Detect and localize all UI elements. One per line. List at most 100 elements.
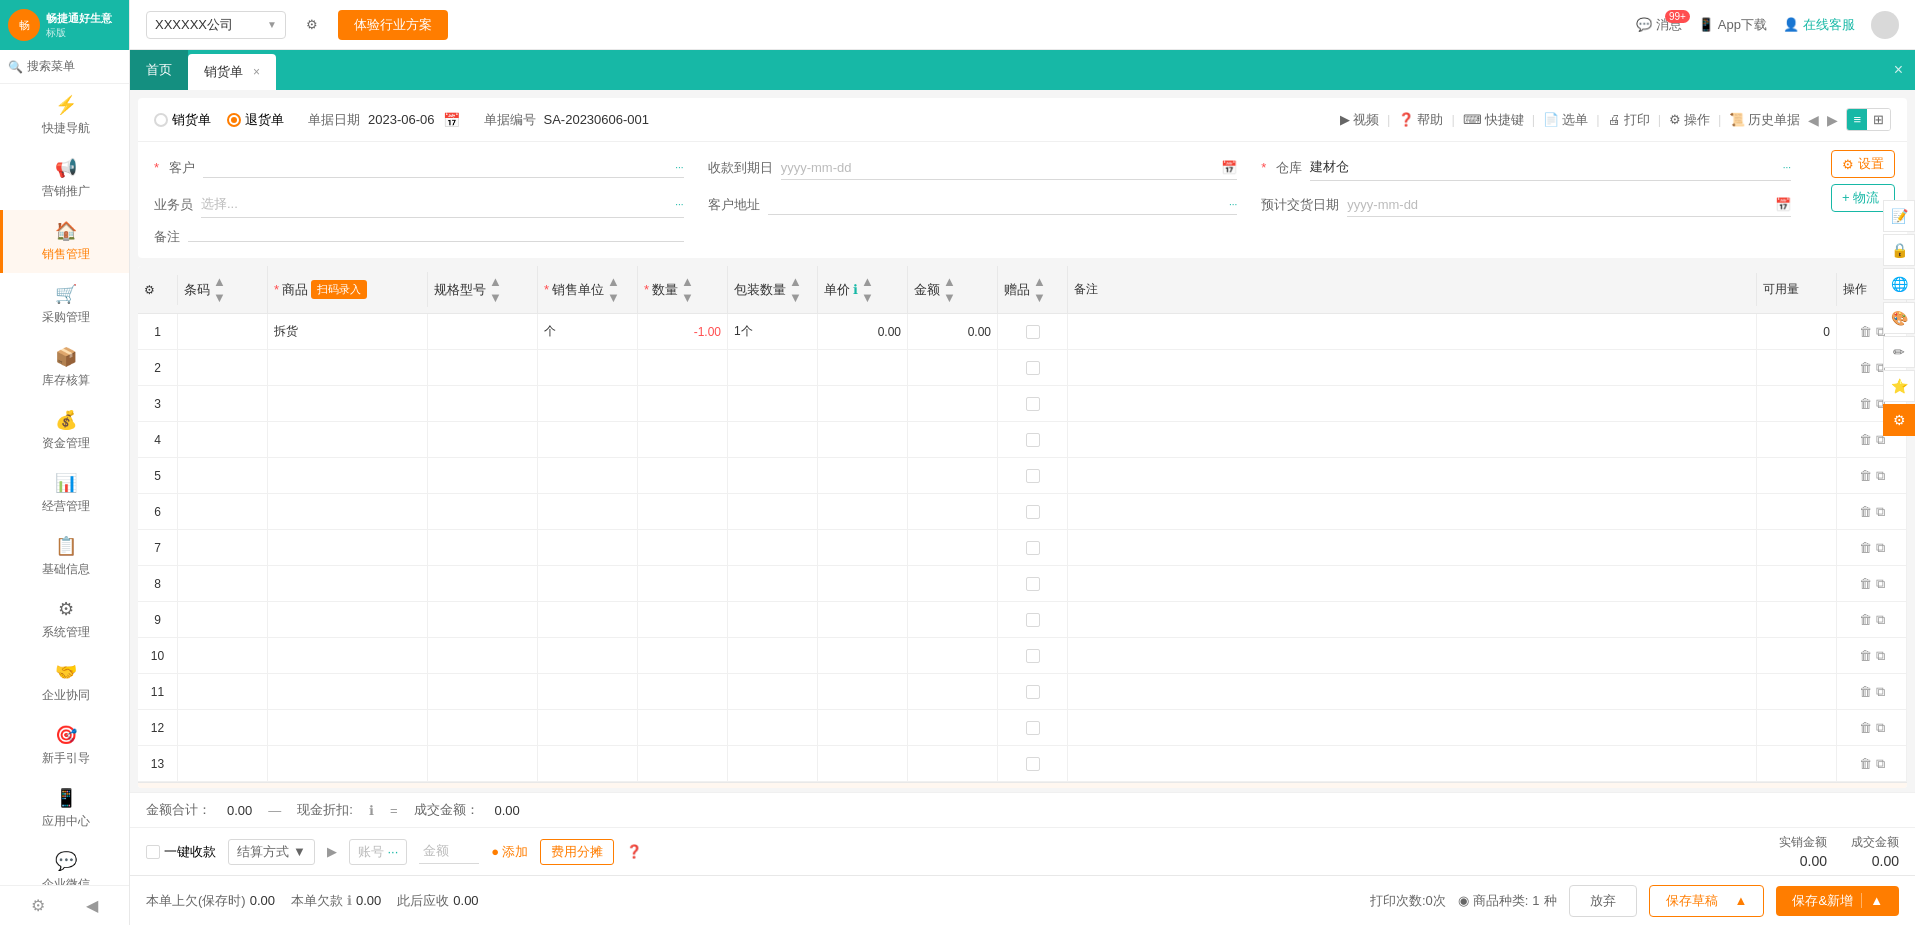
copy-icon[interactable]: ⧉ bbox=[1876, 756, 1885, 772]
pkgqty-sort[interactable]: ▲▼ bbox=[789, 274, 802, 305]
delete-row-1-icon[interactable]: 🗑 bbox=[1859, 324, 1872, 339]
payment-due-calendar-icon[interactable]: 📅 bbox=[1221, 160, 1237, 175]
tab-sale-order[interactable]: 销货单 × bbox=[188, 54, 276, 90]
sidebar-item-purchase-mgmt[interactable]: 🛒 采购管理 bbox=[0, 273, 129, 336]
unit-sort[interactable]: ▲▼ bbox=[607, 274, 620, 305]
sidebar-item-sales-mgmt[interactable]: 🏠 销售管理 bbox=[0, 210, 129, 273]
list-view-button[interactable]: ≡ bbox=[1847, 109, 1867, 130]
row-pkgqty-1[interactable]: 1个 bbox=[728, 314, 818, 349]
tab-close-icon[interactable]: × bbox=[253, 65, 260, 79]
delete-icon[interactable]: 🗑 bbox=[1859, 360, 1872, 375]
video-link[interactable]: ▶ 视频 bbox=[1340, 111, 1379, 129]
estimated-delivery-input[interactable]: yyyy-mm-dd 📅 bbox=[1347, 193, 1791, 217]
return-order-radio[interactable]: 退货单 bbox=[227, 111, 284, 129]
row-remark-1[interactable] bbox=[1068, 314, 1757, 349]
next-order-icon[interactable]: ▶ bbox=[1827, 112, 1838, 128]
copy-icon[interactable]: ⧉ bbox=[1876, 540, 1885, 556]
row-barcode-1[interactable] bbox=[178, 314, 268, 349]
row-product-1[interactable]: 拆货 bbox=[268, 314, 428, 349]
sidebar-item-enterprise-wechat[interactable]: 💬 企业微信 bbox=[0, 840, 129, 885]
trial-button[interactable]: 体验行业方案 bbox=[338, 10, 448, 40]
float-settings-button[interactable]: ⚙ bbox=[1883, 404, 1915, 436]
barcode-sort[interactable]: ▲▼ bbox=[213, 274, 226, 305]
copy-icon[interactable]: ⧉ bbox=[1876, 468, 1885, 484]
copy-icon[interactable]: ⧉ bbox=[1876, 684, 1885, 700]
grid-view-button[interactable]: ⊞ bbox=[1867, 109, 1890, 130]
delete-icon[interactable]: 🗑 bbox=[1859, 720, 1872, 735]
customer-input[interactable]: ··· bbox=[203, 158, 684, 178]
sidebar-settings-icon[interactable]: ⚙ bbox=[31, 896, 45, 915]
delete-icon[interactable]: 🗑 bbox=[1859, 468, 1872, 483]
delete-icon[interactable]: 🗑 bbox=[1859, 504, 1872, 519]
copy-icon[interactable]: ⧉ bbox=[1876, 576, 1885, 592]
delete-icon[interactable]: 🗑 bbox=[1859, 612, 1872, 627]
sidebar-item-system-mgmt[interactable]: ⚙ 系统管理 bbox=[0, 588, 129, 651]
copy-icon[interactable]: ⧉ bbox=[1876, 504, 1885, 520]
sidebar-item-quick-nav[interactable]: ⚡ 快捷导航 bbox=[0, 84, 129, 147]
qty-sort[interactable]: ▲▼ bbox=[681, 274, 694, 305]
history-link[interactable]: 📜 历史单据 bbox=[1729, 111, 1800, 129]
topbar-app-download[interactable]: 📱 App下载 bbox=[1698, 16, 1767, 34]
row-gift-1[interactable] bbox=[998, 314, 1068, 349]
sale-order-radio[interactable]: 销货单 bbox=[154, 111, 211, 129]
user-avatar[interactable] bbox=[1871, 11, 1899, 39]
sidebar-item-beginner-guide[interactable]: 🎯 新手引导 bbox=[0, 714, 129, 777]
warehouse-dots-icon[interactable]: ··· bbox=[1783, 162, 1791, 173]
float-lock-button[interactable]: 🔒 bbox=[1883, 234, 1915, 266]
scan-button[interactable]: 扫码录入 bbox=[311, 280, 367, 299]
discard-button[interactable]: 放弃 bbox=[1569, 885, 1637, 917]
account-dots-icon[interactable]: ··· bbox=[388, 844, 399, 859]
sidebar-collapse-icon[interactable]: ◀ bbox=[86, 896, 98, 915]
float-palette-button[interactable]: 🎨 bbox=[1883, 302, 1915, 334]
date-calendar-icon[interactable]: 📅 bbox=[443, 112, 460, 128]
row-spec-1[interactable] bbox=[428, 314, 538, 349]
pay-account-input[interactable]: 账号 ··· bbox=[349, 839, 407, 865]
gift-checkbox-1[interactable] bbox=[1026, 325, 1040, 339]
product-kind[interactable]: ◉ 商品种类: 1 种 bbox=[1458, 892, 1557, 910]
sidebar-item-operations-mgmt[interactable]: 📊 经营管理 bbox=[0, 462, 129, 525]
discount-info-icon[interactable]: ℹ bbox=[369, 803, 374, 818]
sidebar-item-inventory[interactable]: 📦 库存核算 bbox=[0, 336, 129, 399]
save-new-button[interactable]: 保存&新增 ▲ bbox=[1776, 886, 1899, 916]
warehouse-input[interactable]: 建材仓 ··· bbox=[1310, 154, 1791, 181]
pay-amount-input[interactable]: 金额 bbox=[419, 839, 479, 864]
save-draft-caret-icon[interactable]: ▲ bbox=[1726, 893, 1748, 908]
topbar-gear-button[interactable]: ⚙ bbox=[298, 11, 326, 39]
delete-icon[interactable]: 🗑 bbox=[1859, 684, 1872, 699]
price-info-icon[interactable]: ℹ bbox=[853, 282, 858, 297]
gift-sort[interactable]: ▲▼ bbox=[1033, 274, 1046, 305]
th-settings[interactable]: ⚙ bbox=[138, 275, 178, 305]
salesperson-dots-icon[interactable]: ··· bbox=[675, 199, 683, 210]
delete-icon[interactable]: 🗑 bbox=[1859, 396, 1872, 411]
close-all-tabs-button[interactable]: × bbox=[1882, 50, 1915, 90]
select-link[interactable]: 📄 选单 bbox=[1543, 111, 1588, 129]
copy-icon[interactable]: ⧉ bbox=[1876, 648, 1885, 664]
amount-sort[interactable]: ▲▼ bbox=[943, 274, 956, 305]
shortcut-link[interactable]: ⌨ 快捷键 bbox=[1463, 111, 1524, 129]
delete-icon[interactable]: 🗑 bbox=[1859, 540, 1872, 555]
delivery-calendar-icon[interactable]: 📅 bbox=[1775, 197, 1791, 212]
row-price-1[interactable]: 0.00 bbox=[818, 314, 908, 349]
customer-dots-icon[interactable]: ··· bbox=[675, 162, 683, 173]
settings-button[interactable]: ⚙ 设置 bbox=[1831, 150, 1895, 178]
sidebar-item-enterprise-collab[interactable]: 🤝 企业协同 bbox=[0, 651, 129, 714]
float-star-button[interactable]: ⭐ bbox=[1883, 370, 1915, 402]
print-link[interactable]: 🖨 打印 bbox=[1608, 111, 1650, 129]
save-draft-button[interactable]: 保存草稿 ▲ bbox=[1649, 885, 1765, 917]
topbar-message-button[interactable]: 💬 消息 99+ bbox=[1636, 16, 1682, 34]
sidebar-item-app-center[interactable]: 📱 应用中心 bbox=[0, 777, 129, 840]
delete-icon[interactable]: 🗑 bbox=[1859, 756, 1872, 771]
delete-icon[interactable]: 🗑 bbox=[1859, 432, 1872, 447]
fee-split-button[interactable]: 费用分摊 bbox=[540, 839, 614, 865]
spec-sort[interactable]: ▲▼ bbox=[489, 274, 502, 305]
float-globe-button[interactable]: 🌐 bbox=[1883, 268, 1915, 300]
sidebar-item-marketing[interactable]: 📢 营销推广 bbox=[0, 147, 129, 210]
debit-info-icon[interactable]: ℹ bbox=[347, 893, 352, 908]
customer-address-dots-icon[interactable]: ··· bbox=[1229, 199, 1237, 210]
topbar-online-service[interactable]: 👤 在线客服 bbox=[1783, 16, 1855, 34]
float-edit-button[interactable]: ✏ bbox=[1883, 336, 1915, 368]
delete-icon[interactable]: 🗑 bbox=[1859, 648, 1872, 663]
sidebar-item-finance-mgmt[interactable]: 💰 资金管理 bbox=[0, 399, 129, 462]
sidebar-search[interactable]: 🔍 搜索菜单 bbox=[0, 50, 129, 84]
help-link[interactable]: ❓ 帮助 bbox=[1398, 111, 1443, 129]
